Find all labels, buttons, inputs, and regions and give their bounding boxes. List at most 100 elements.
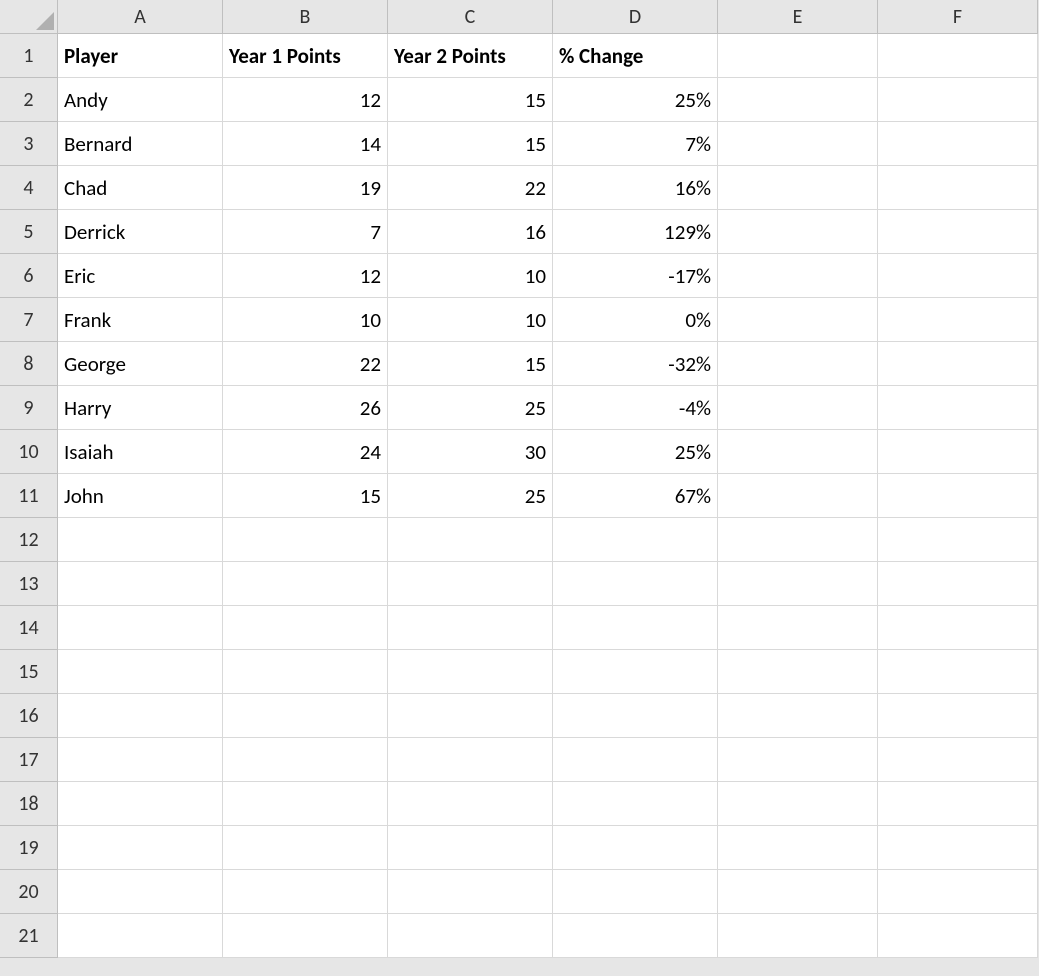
cell-B19[interactable] <box>223 826 388 870</box>
cell-F7[interactable] <box>878 298 1038 342</box>
cell-B8[interactable]: 22 <box>223 342 388 386</box>
cell-F3[interactable] <box>878 122 1038 166</box>
cell-F19[interactable] <box>878 826 1038 870</box>
row-header-6[interactable]: 6 <box>0 254 58 298</box>
cell-B14[interactable] <box>223 606 388 650</box>
cell-A7[interactable]: Frank <box>58 298 223 342</box>
row-header-10[interactable]: 10 <box>0 430 58 474</box>
row-header-1[interactable]: 1 <box>0 34 58 78</box>
cell-F15[interactable] <box>878 650 1038 694</box>
row-header-2[interactable]: 2 <box>0 78 58 122</box>
cell-D7[interactable]: 0% <box>553 298 718 342</box>
cell-F20[interactable] <box>878 870 1038 914</box>
cell-D21[interactable] <box>553 914 718 958</box>
cell-A9[interactable]: Harry <box>58 386 223 430</box>
cell-A4[interactable]: Chad <box>58 166 223 210</box>
cell-C17[interactable] <box>388 738 553 782</box>
cell-D1[interactable]: % Change <box>553 34 718 78</box>
cell-C1[interactable]: Year 2 Points <box>388 34 553 78</box>
cell-C20[interactable] <box>388 870 553 914</box>
cell-B21[interactable] <box>223 914 388 958</box>
row-header-9[interactable]: 9 <box>0 386 58 430</box>
cell-B12[interactable] <box>223 518 388 562</box>
cell-A15[interactable] <box>58 650 223 694</box>
cell-E6[interactable] <box>718 254 878 298</box>
cell-D6[interactable]: -17% <box>553 254 718 298</box>
cell-C8[interactable]: 15 <box>388 342 553 386</box>
cell-F13[interactable] <box>878 562 1038 606</box>
cell-E11[interactable] <box>718 474 878 518</box>
row-header-3[interactable]: 3 <box>0 122 58 166</box>
cell-F9[interactable] <box>878 386 1038 430</box>
cell-C21[interactable] <box>388 914 553 958</box>
row-header-12[interactable]: 12 <box>0 518 58 562</box>
cell-D17[interactable] <box>553 738 718 782</box>
cell-A5[interactable]: Derrick <box>58 210 223 254</box>
cell-F16[interactable] <box>878 694 1038 738</box>
cell-D18[interactable] <box>553 782 718 826</box>
cell-F10[interactable] <box>878 430 1038 474</box>
cell-B13[interactable] <box>223 562 388 606</box>
cell-E18[interactable] <box>718 782 878 826</box>
cell-C3[interactable]: 15 <box>388 122 553 166</box>
cell-B7[interactable]: 10 <box>223 298 388 342</box>
row-header-17[interactable]: 17 <box>0 738 58 782</box>
cell-A12[interactable] <box>58 518 223 562</box>
cell-A16[interactable] <box>58 694 223 738</box>
row-header-21[interactable]: 21 <box>0 914 58 958</box>
cell-C13[interactable] <box>388 562 553 606</box>
cell-E21[interactable] <box>718 914 878 958</box>
cell-D12[interactable] <box>553 518 718 562</box>
cell-A11[interactable]: John <box>58 474 223 518</box>
column-header-d[interactable]: D <box>553 0 718 34</box>
cell-A8[interactable]: George <box>58 342 223 386</box>
row-header-4[interactable]: 4 <box>0 166 58 210</box>
cell-C11[interactable]: 25 <box>388 474 553 518</box>
cell-E12[interactable] <box>718 518 878 562</box>
cell-E13[interactable] <box>718 562 878 606</box>
cell-B11[interactable]: 15 <box>223 474 388 518</box>
cell-F5[interactable] <box>878 210 1038 254</box>
row-header-8[interactable]: 8 <box>0 342 58 386</box>
row-header-5[interactable]: 5 <box>0 210 58 254</box>
cell-C9[interactable]: 25 <box>388 386 553 430</box>
cell-E9[interactable] <box>718 386 878 430</box>
cell-D4[interactable]: 16% <box>553 166 718 210</box>
cell-B17[interactable] <box>223 738 388 782</box>
cell-E16[interactable] <box>718 694 878 738</box>
cell-E14[interactable] <box>718 606 878 650</box>
cell-E17[interactable] <box>718 738 878 782</box>
cell-F18[interactable] <box>878 782 1038 826</box>
cell-D14[interactable] <box>553 606 718 650</box>
cell-A21[interactable] <box>58 914 223 958</box>
row-header-15[interactable]: 15 <box>0 650 58 694</box>
cell-A2[interactable]: Andy <box>58 78 223 122</box>
cell-E5[interactable] <box>718 210 878 254</box>
cell-E20[interactable] <box>718 870 878 914</box>
cell-A1[interactable]: Player <box>58 34 223 78</box>
cell-D8[interactable]: -32% <box>553 342 718 386</box>
cell-B10[interactable]: 24 <box>223 430 388 474</box>
cell-A20[interactable] <box>58 870 223 914</box>
cell-B20[interactable] <box>223 870 388 914</box>
cell-F8[interactable] <box>878 342 1038 386</box>
cell-C16[interactable] <box>388 694 553 738</box>
cell-C12[interactable] <box>388 518 553 562</box>
column-header-c[interactable]: C <box>388 0 553 34</box>
cell-D5[interactable]: 129% <box>553 210 718 254</box>
cell-C18[interactable] <box>388 782 553 826</box>
column-header-f[interactable]: F <box>878 0 1038 34</box>
cell-B4[interactable]: 19 <box>223 166 388 210</box>
cell-C6[interactable]: 10 <box>388 254 553 298</box>
cell-A10[interactable]: Isaiah <box>58 430 223 474</box>
cell-D3[interactable]: 7% <box>553 122 718 166</box>
row-header-16[interactable]: 16 <box>0 694 58 738</box>
cell-A13[interactable] <box>58 562 223 606</box>
cell-C14[interactable] <box>388 606 553 650</box>
cell-B6[interactable]: 12 <box>223 254 388 298</box>
cell-C2[interactable]: 15 <box>388 78 553 122</box>
cell-D16[interactable] <box>553 694 718 738</box>
cell-C5[interactable]: 16 <box>388 210 553 254</box>
cell-B5[interactable]: 7 <box>223 210 388 254</box>
row-header-11[interactable]: 11 <box>0 474 58 518</box>
